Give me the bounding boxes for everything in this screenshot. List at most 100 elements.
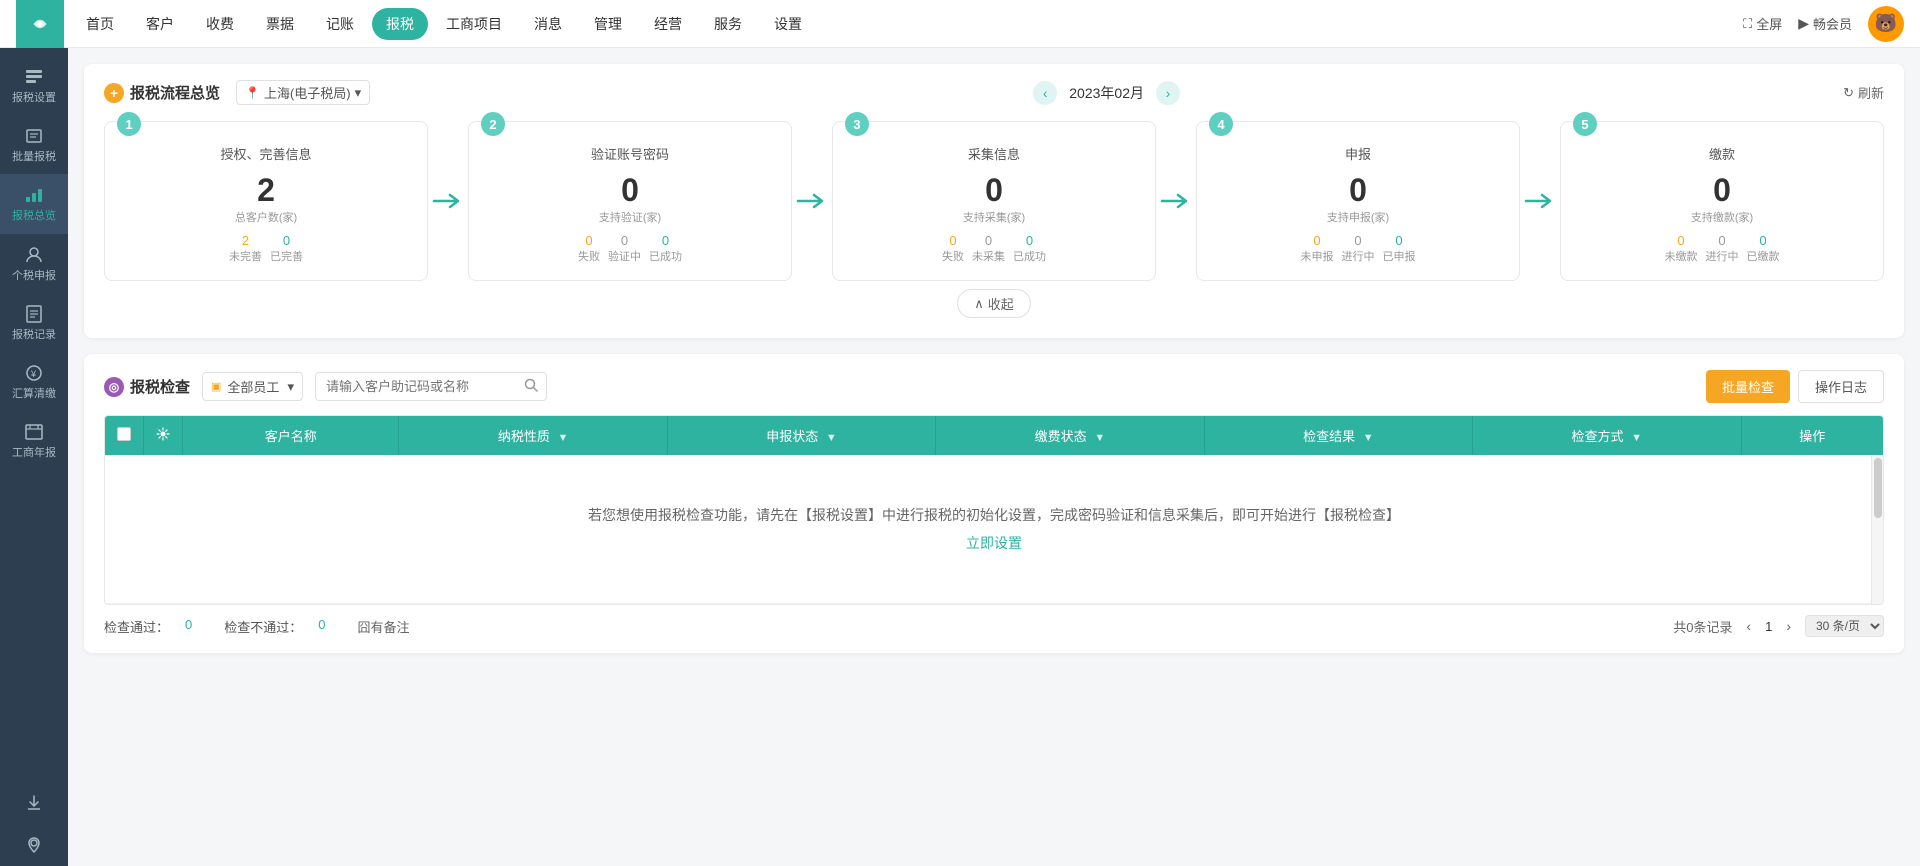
step-arrow-3 <box>1156 121 1196 281</box>
sidebar-label-tax-records: 报税记录 <box>12 329 56 342</box>
sidebar-item-tax-settings[interactable]: 报税设置 <box>0 56 68 115</box>
location-tag[interactable]: 📍 上海(电子税局) ▾ <box>236 80 370 105</box>
sidebar-item-settlement[interactable]: ¥ 汇算清缴 <box>0 352 68 411</box>
nav-fee[interactable]: 收费 <box>192 8 248 40</box>
nav-service[interactable]: 服务 <box>700 8 756 40</box>
stat-3-0: 0 失败 <box>942 233 964 264</box>
sidebar-item-tax-overview[interactable]: 报税总览 <box>0 174 68 233</box>
chevron-down-icon: ▾ <box>355 85 362 101</box>
sidebar-item-annual-report[interactable]: 工商年报 <box>0 411 68 470</box>
check-table: 客户名称 纳税性质 ▼ 申报状态 ▼ 缴费状态 <box>105 416 1883 604</box>
main-content: + 报税流程总览 📍 上海(电子税局) ▾ ‹ 2023年02月 › ↻ 刷新 <box>68 48 1920 866</box>
header-checkbox[interactable] <box>117 427 131 441</box>
page-num: 1 <box>1765 619 1772 634</box>
stat-1-0: 2 未完善 <box>229 233 262 264</box>
collapse-btn[interactable]: ∧ 收起 <box>957 289 1031 318</box>
nav-client[interactable]: 客户 <box>132 8 188 40</box>
sidebar-label-settlement: 汇算清缴 <box>12 388 56 401</box>
nav-invoice[interactable]: 票据 <box>252 8 308 40</box>
setup-link[interactable]: 立即设置 <box>157 533 1831 553</box>
scrollbar-thumb <box>1874 458 1882 518</box>
nav-operation[interactable]: 经营 <box>640 8 696 40</box>
nav-business[interactable]: 工商项目 <box>432 8 516 40</box>
step-stats-5: 0 未缴款 0 进行中 0 已缴款 <box>1577 233 1867 264</box>
step-number-3: 3 <box>845 112 869 136</box>
step-count-5: 0 <box>1577 171 1867 209</box>
refresh-icon: ↻ <box>1843 85 1854 101</box>
prev-page-btn[interactable]: ‹ <box>1740 616 1757 636</box>
nav-message[interactable]: 消息 <box>520 8 576 40</box>
stat-label-1-0: 未完善 <box>229 248 262 264</box>
check-title-icon: ◎ <box>104 377 124 397</box>
tax-records-icon <box>23 303 45 325</box>
stat-2-0: 0 失败 <box>578 233 600 264</box>
log-btn[interactable]: 操作日志 <box>1798 370 1884 403</box>
next-page-btn[interactable]: › <box>1780 616 1797 636</box>
step-card-5: 5 缴款 0 支持缴款(家) 0 未缴款 0 进行中 <box>1560 121 1884 281</box>
nav-settings[interactable]: 设置 <box>760 8 816 40</box>
step-number-1: 1 <box>117 112 141 136</box>
filter-select[interactable]: ▣ 全部员工 ▾ <box>202 372 303 401</box>
scrollbar-track[interactable] <box>1871 456 1883 604</box>
sidebar-label-tax-overview: 报税总览 <box>12 210 56 223</box>
pass-count[interactable]: 0 <box>185 617 192 636</box>
process-title-icon: + <box>104 83 124 103</box>
step-stats-2: 0 失败 0 验证中 0 已成功 <box>485 233 775 264</box>
nav-accounting[interactable]: 记账 <box>312 8 368 40</box>
search-input[interactable] <box>316 374 516 399</box>
avatar[interactable]: 🐻 <box>1868 6 1904 42</box>
step-card-1: 1 授权、完善信息 2 总客户数(家) 2 未完善 0 已完善 <box>104 121 428 281</box>
per-page-select[interactable]: 30 条/页 <box>1805 615 1884 637</box>
refresh-btn[interactable]: ↻ 刷新 <box>1843 83 1884 102</box>
main-layout: 报税设置 批量报税 报税总览 <box>0 48 1920 866</box>
sidebar-item-personal-tax[interactable]: 个税申报 <box>0 234 68 293</box>
th-check-result: 检查结果 ▼ <box>1204 416 1472 455</box>
stat-5-0: 0 未缴款 <box>1665 233 1698 264</box>
step-sub-3: 支持采集(家) <box>849 209 1139 225</box>
stat-3-1: 0 未采集 <box>972 233 1005 264</box>
member-btn[interactable]: ▶ 畅会员 <box>1798 14 1852 33</box>
sidebar-item-batch-tax[interactable]: 批量报税 <box>0 115 68 174</box>
tax-settings-icon <box>23 66 45 88</box>
location-icon-small: 📍 <box>245 86 260 100</box>
note-label: 囧有备注 <box>358 617 410 636</box>
batch-check-btn[interactable]: 批量检查 <box>1706 370 1790 403</box>
filter-icon-pay: ▼ <box>1094 432 1105 444</box>
step-stats-1: 2 未完善 0 已完善 <box>121 233 411 264</box>
play-icon: ▶ <box>1798 15 1809 32</box>
fail-count[interactable]: 0 <box>318 617 325 636</box>
sidebar-item-tax-records[interactable]: 报税记录 <box>0 293 68 352</box>
next-month-btn[interactable]: › <box>1156 81 1180 105</box>
step-count-2: 0 <box>485 171 775 209</box>
stat-5-1: 0 进行中 <box>1706 233 1739 264</box>
sidebar-item-location[interactable] <box>0 824 68 866</box>
search-button[interactable] <box>516 373 546 400</box>
step-title-1: 授权、完善信息 <box>121 144 411 163</box>
th-client-name: 客户名称 <box>183 416 399 455</box>
table-empty: 若您想使用报税检查功能，请先在【报税设置】中进行报税的初始化设置，完成密码验证和… <box>117 465 1871 593</box>
empty-message: 若您想使用报税检查功能，请先在【报税设置】中进行报税的初始化设置，完成密码验证和… <box>157 505 1831 525</box>
footer-left: 检查通过：0 检查不通过：0 囧有备注 <box>104 617 410 636</box>
nav-manage[interactable]: 管理 <box>580 8 636 40</box>
step-arrow-4 <box>1520 121 1560 281</box>
step-title-5: 缴款 <box>1577 144 1867 163</box>
total-label: 共0条记录 <box>1673 617 1732 636</box>
sidebar-item-download[interactable] <box>0 782 68 824</box>
stat-5-2: 0 已缴款 <box>1747 233 1780 264</box>
sidebar-label-tax-settings: 报税设置 <box>12 92 56 105</box>
th-check-method: 检查方式 ▼ <box>1473 416 1741 455</box>
collapse-row: ∧ 收起 <box>104 289 1884 318</box>
step-sub-1: 总客户数(家) <box>121 209 411 225</box>
nav-tax[interactable]: 报税 <box>372 8 428 40</box>
filter-icon-check-method: ▼ <box>1631 432 1642 444</box>
step-title-4: 申报 <box>1213 144 1503 163</box>
nav-home[interactable]: 首页 <box>72 8 128 40</box>
filter-icon-tax-nature: ▼ <box>557 432 568 444</box>
steps-row: 1 授权、完善信息 2 总客户数(家) 2 未完善 0 已完善 <box>104 121 1884 281</box>
prev-month-btn[interactable]: ‹ <box>1033 81 1057 105</box>
stat-num-1-0: 2 <box>229 233 262 248</box>
chevron-up-icon: ∧ <box>974 296 984 312</box>
fullscreen-btn[interactable]: ⛶ 全屏 <box>1743 14 1782 33</box>
stat-4-2: 0 已申报 <box>1383 233 1416 264</box>
sidebar-label-personal-tax: 个税申报 <box>12 270 56 283</box>
